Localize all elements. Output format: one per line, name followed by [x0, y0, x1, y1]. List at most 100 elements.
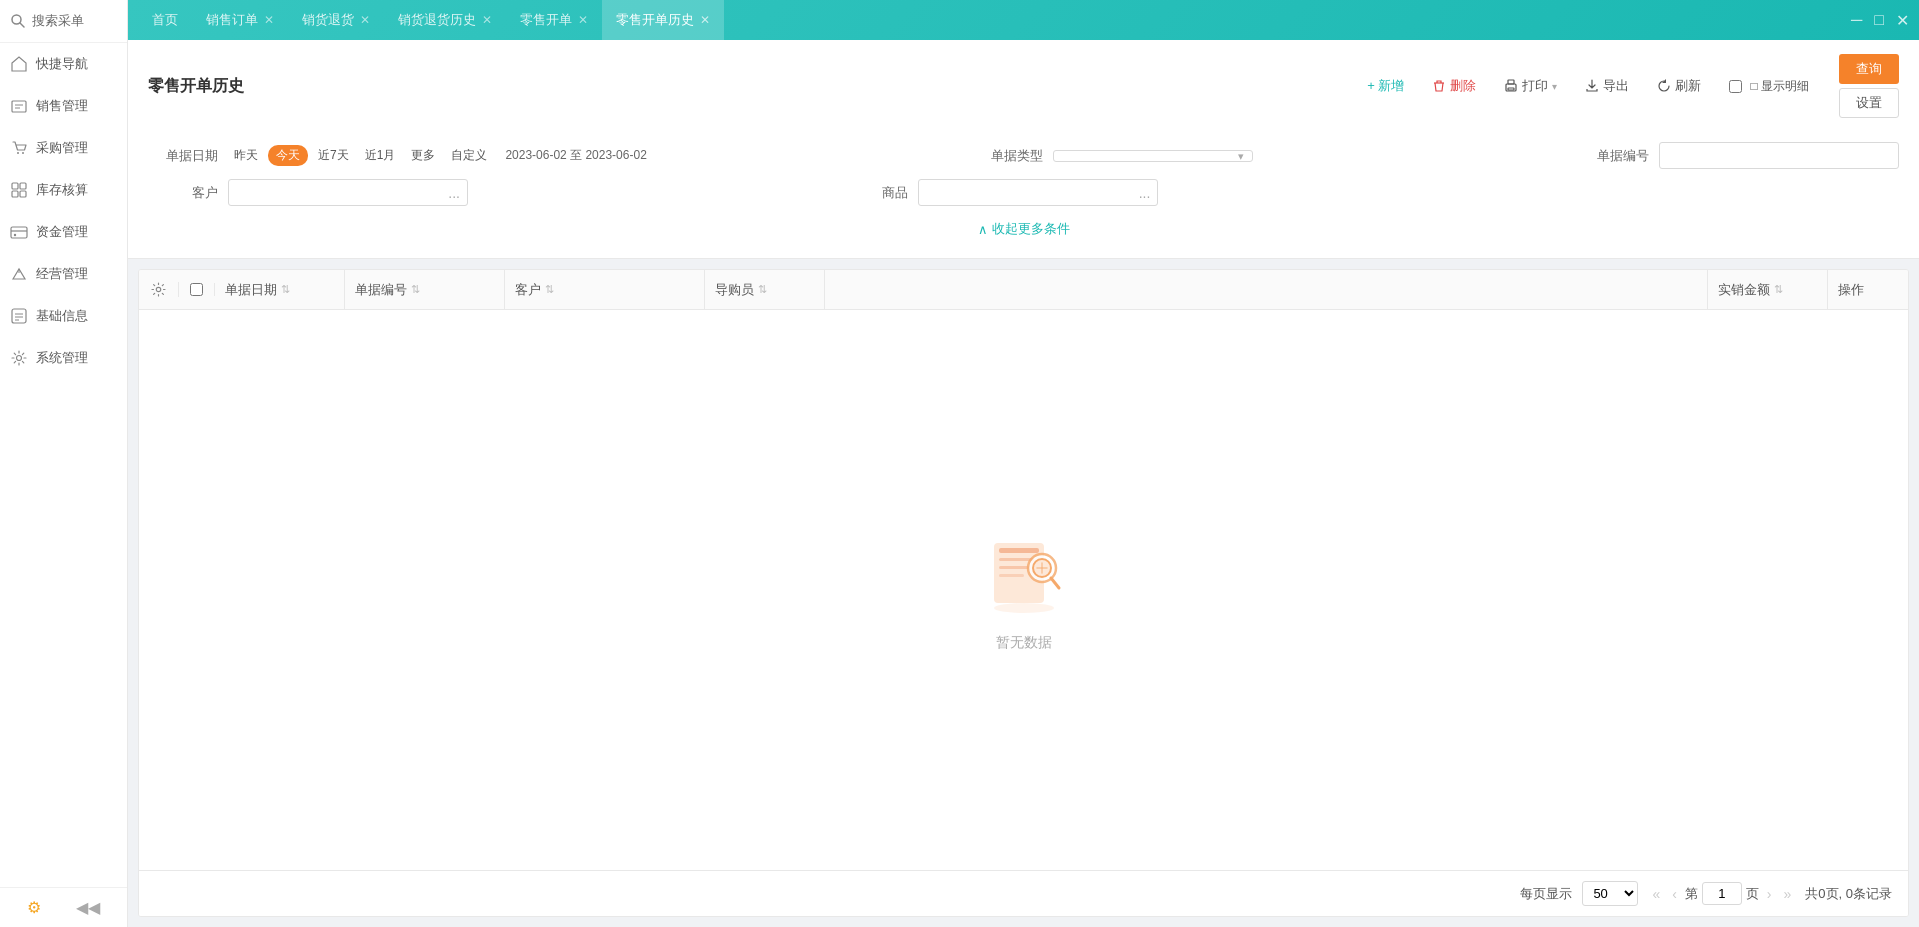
date-filter-buttons: 昨天 今天 近7天 近1月 更多 自定义 2023-06-02 至 2023-0…	[228, 145, 647, 166]
goods-input[interactable]	[918, 179, 1158, 206]
topbar: 首页 销售订单 ✕ 销货退货 ✕ 销货退货历史 ✕ 零售开单 ✕ 零售开单历史 …	[128, 0, 1919, 40]
date-filter-label: 单据日期	[148, 147, 228, 165]
last-page-btn[interactable]: »	[1780, 884, 1796, 904]
date-btn-custom[interactable]: 自定义	[445, 145, 493, 166]
svg-point-6	[22, 152, 24, 154]
settings-button[interactable]: 设置	[1839, 88, 1899, 118]
display-detail-checkbox[interactable]	[1729, 80, 1742, 93]
total-info: 共0页, 0条记录	[1805, 885, 1892, 903]
display-detail-button[interactable]: □ 显示明细	[1721, 74, 1817, 99]
date-btn-1month[interactable]: 近1月	[359, 145, 402, 166]
print-dropdown-icon[interactable]: ▾	[1552, 81, 1557, 92]
sidebar-item-sales-mgmt[interactable]: 销售管理	[0, 85, 127, 127]
tab-sales-return-history[interactable]: 销货退货历史 ✕	[384, 0, 506, 40]
table-header-checkbox[interactable]	[179, 283, 215, 296]
table-header: 单据日期 ⇅ 单据编号 ⇅ 客户 ⇅ 导购员 ⇅ 实销金额	[139, 270, 1908, 310]
th-customer: 客户 ⇅	[505, 270, 705, 309]
tab-retail-history[interactable]: 零售开单历史 ✕	[602, 0, 724, 40]
sidebar-item-base-info[interactable]: 基础信息	[0, 295, 127, 337]
svg-rect-2	[12, 101, 26, 112]
next-page-btn[interactable]: ›	[1763, 884, 1776, 904]
window-minimize[interactable]: ─	[1851, 11, 1862, 29]
collapse-icon[interactable]: ◀◀	[76, 898, 100, 917]
date-btn-more[interactable]: 更多	[405, 145, 441, 166]
svg-rect-28	[999, 566, 1029, 569]
svg-rect-9	[12, 191, 18, 197]
delete-button[interactable]: 删除	[1424, 73, 1484, 99]
svg-rect-26	[999, 548, 1039, 553]
svg-rect-10	[20, 191, 26, 197]
print-button[interactable]: 打印 ▾	[1496, 73, 1565, 99]
tab-home[interactable]: 首页	[138, 0, 192, 40]
sidebar-item-finance[interactable]: 资金管理	[0, 211, 127, 253]
svg-rect-8	[20, 183, 26, 189]
page-title: 零售开单历史	[148, 76, 244, 97]
date-btn-7days[interactable]: 近7天	[312, 145, 355, 166]
sidebar-bottom: ⚙ ◀◀	[0, 887, 127, 927]
sidebar-item-label: 采购管理	[36, 139, 88, 157]
table-settings-btn[interactable]	[139, 282, 179, 297]
customer-search-dots[interactable]: ...	[448, 185, 460, 201]
svg-rect-7	[12, 183, 18, 189]
tab-sales-return[interactable]: 销货退货 ✕	[288, 0, 384, 40]
export-button[interactable]: 导出	[1577, 73, 1637, 99]
per-page-select[interactable]: 50 10 20 100	[1582, 881, 1638, 906]
print-icon	[1504, 79, 1518, 93]
svg-point-5	[17, 152, 19, 154]
tab-close-sales-return[interactable]: ✕	[360, 13, 370, 27]
home-icon	[10, 55, 28, 73]
svg-rect-21	[1508, 80, 1514, 84]
bill-type-select[interactable]: ▾	[1053, 150, 1253, 162]
bill-num-input[interactable]	[1659, 142, 1899, 169]
sidebar-item-quick-nav[interactable]: 快捷导航	[0, 43, 127, 85]
prev-page-btn[interactable]: ‹	[1668, 884, 1681, 904]
pagination-nav: « ‹ 第 页 › »	[1648, 882, 1795, 905]
operation-icon	[10, 265, 28, 283]
date-btn-today[interactable]: 今天	[268, 145, 308, 166]
refresh-button[interactable]: 刷新	[1649, 73, 1709, 99]
empty-illustration	[974, 528, 1074, 618]
tab-close-retail-open[interactable]: ✕	[578, 13, 588, 27]
sidebar-item-purchase-mgmt[interactable]: 采购管理	[0, 127, 127, 169]
bill-type-label: 单据类型	[973, 147, 1053, 165]
sort-customer-icon[interactable]: ⇅	[545, 283, 554, 296]
goods-search-dots[interactable]: ...	[1139, 185, 1151, 201]
sort-num-icon[interactable]: ⇅	[411, 283, 420, 296]
sidebar-item-label: 销售管理	[36, 97, 88, 115]
select-all-checkbox[interactable]	[190, 283, 203, 296]
tab-close-retail-history[interactable]: ✕	[700, 13, 710, 27]
svg-point-23	[156, 287, 160, 291]
window-close[interactable]: ✕	[1896, 11, 1909, 30]
sidebar-item-operation[interactable]: 经营管理	[0, 253, 127, 295]
collapse-more-btn[interactable]: ∧ 收起更多条件	[148, 216, 1899, 246]
goods-filter-label: 商品	[838, 184, 918, 202]
customer-input[interactable]	[228, 179, 468, 206]
page-number-input[interactable]	[1702, 882, 1742, 905]
sidebar-item-label: 基础信息	[36, 307, 88, 325]
empty-state: 暂无数据	[139, 310, 1908, 870]
sidebar-item-inventory[interactable]: 库存核算	[0, 169, 127, 211]
delete-icon	[1432, 79, 1446, 93]
tab-sales-order[interactable]: 销售订单 ✕	[192, 0, 288, 40]
sort-date-icon[interactable]: ⇅	[281, 283, 290, 296]
settings-icon[interactable]: ⚙	[27, 898, 41, 917]
date-btn-yesterday[interactable]: 昨天	[228, 145, 264, 166]
svg-rect-15	[12, 309, 26, 323]
tab-close-sales-order[interactable]: ✕	[264, 13, 274, 27]
bill-type-arrow: ▾	[1238, 149, 1244, 162]
sidebar-item-sys-mgmt[interactable]: 系统管理	[0, 337, 127, 379]
sort-guide-icon[interactable]: ⇅	[758, 283, 767, 296]
add-button[interactable]: + 新增	[1359, 73, 1412, 99]
query-button[interactable]: 查询	[1839, 54, 1899, 84]
sort-amount-icon[interactable]: ⇅	[1774, 283, 1783, 296]
window-maximize[interactable]: □	[1874, 11, 1884, 29]
th-amount: 实销金额 ⇅	[1708, 270, 1828, 309]
sidebar-search[interactable]: 搜索采单	[0, 0, 127, 43]
tab-retail-open[interactable]: 零售开单 ✕	[506, 0, 602, 40]
page-unit: 页	[1746, 885, 1759, 903]
finance-icon	[10, 223, 28, 241]
first-page-btn[interactable]: «	[1648, 884, 1664, 904]
th-date: 单据日期 ⇅	[215, 270, 345, 309]
table-area: 单据日期 ⇅ 单据编号 ⇅ 客户 ⇅ 导购员 ⇅ 实销金额	[138, 269, 1909, 917]
tab-close-sales-return-history[interactable]: ✕	[482, 13, 492, 27]
